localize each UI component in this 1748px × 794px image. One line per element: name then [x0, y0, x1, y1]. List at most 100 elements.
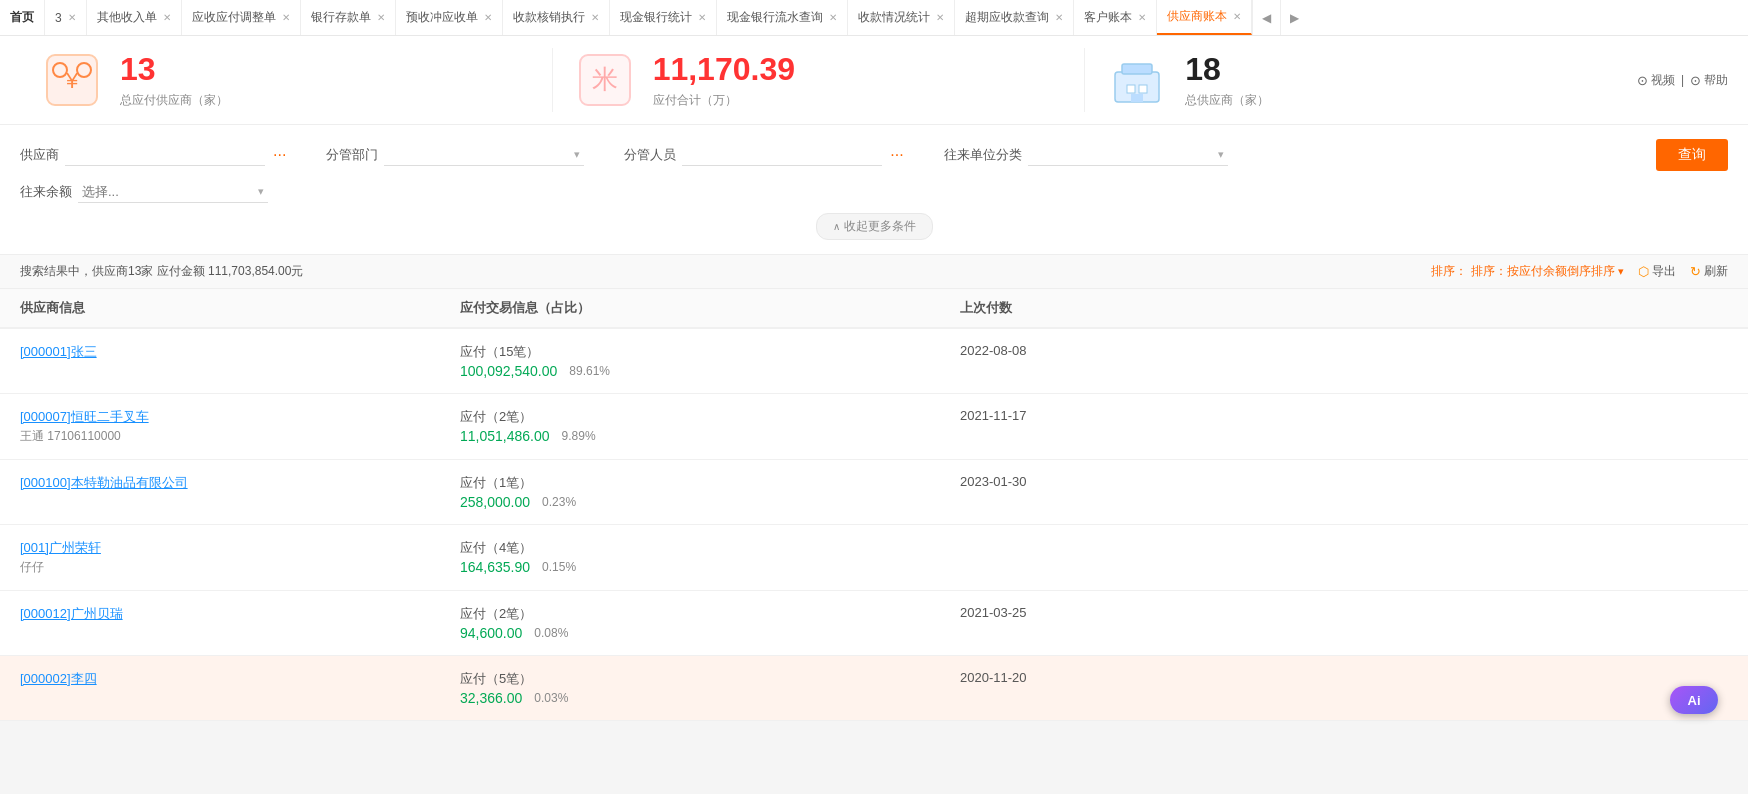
refresh-button[interactable]: ↻ 刷新	[1690, 263, 1728, 280]
chevron-down-icon[interactable]: ▾	[1214, 148, 1228, 161]
person-dots[interactable]: ···	[890, 146, 903, 164]
col-header-transaction: 应付交易信息（占比）	[460, 299, 960, 317]
chevron-down-icon[interactable]: ▾	[1618, 265, 1624, 277]
supplier-link[interactable]: [000012]广州贝瑞	[20, 605, 460, 623]
chevron-down-icon[interactable]: ▾	[254, 185, 268, 198]
tx-amount[interactable]: 32,366.00	[460, 690, 522, 706]
nav-prev-arrow[interactable]: ◀	[1252, 0, 1280, 35]
tx-amount[interactable]: 11,051,486.00	[460, 428, 550, 444]
payable-suppliers-label: 总应付供应商（家）	[120, 92, 228, 109]
close-icon[interactable]: ✕	[282, 12, 290, 23]
close-icon[interactable]: ✕	[1233, 11, 1241, 22]
svg-text:米: 米	[592, 64, 618, 94]
close-icon[interactable]: ✕	[1055, 12, 1063, 23]
supplier-link[interactable]: [000007]恒旺二手叉车	[20, 408, 460, 426]
col-header-supplier: 供应商信息	[20, 299, 460, 317]
supplier-link[interactable]: [000002]李四	[20, 670, 460, 688]
tx-amount[interactable]: 94,600.00	[460, 625, 522, 641]
nav-tab-home[interactable]: 首页	[0, 0, 45, 35]
supplier-dots[interactable]: ···	[273, 146, 286, 164]
payable-total-number: 11,170.39	[653, 51, 795, 88]
result-actions: 排序： 排序：按应付余额倒序排序 ▾ ⬡ 导出 ↻ 刷新	[1431, 263, 1728, 280]
dept-select[interactable]: ▾	[384, 144, 584, 166]
supplier-link[interactable]: [000100]本特勒油品有限公司	[20, 474, 460, 492]
export-label: 导出	[1652, 263, 1676, 280]
table-header: 供应商信息 应付交易信息（占比） 上次付数	[0, 289, 1748, 329]
nav-tab-bank-deposit[interactable]: 银行存款单 ✕	[301, 0, 396, 35]
nav-tab-customer-ledger[interactable]: 客户账本 ✕	[1074, 0, 1157, 35]
close-icon[interactable]: ✕	[698, 12, 706, 23]
dept-label: 分管部门	[326, 146, 378, 164]
last-pay-cell: 2022-08-08	[960, 343, 1728, 358]
nav-tab-pre-receive-label: 预收冲应收单	[406, 9, 478, 26]
nav-tab-receipt-stat[interactable]: 收款情况统计 ✕	[848, 0, 955, 35]
nav-tab-overdue-label: 超期应收款查询	[965, 9, 1049, 26]
nav-tab-bank-deposit-label: 银行存款单	[311, 9, 371, 26]
tx-label: 应付（4笔）	[460, 539, 960, 557]
last-pay-cell: 2021-03-25	[960, 605, 1728, 620]
total-suppliers-icon	[1105, 48, 1169, 112]
category-input[interactable]	[1028, 144, 1214, 165]
close-icon[interactable]: ✕	[591, 12, 599, 23]
supplier-cell: [000012]广州贝瑞	[20, 605, 460, 623]
summary-info-total-suppliers: 18 总供应商（家）	[1185, 51, 1269, 109]
table-row[interactable]: [000007]恒旺二手叉车 王通 17106110000 应付（2笔） 11,…	[0, 394, 1748, 460]
table-rows: [000001]张三 应付（15笔） 100,092,540.00 89.61%…	[0, 329, 1748, 721]
tx-amount[interactable]: 258,000.00	[460, 494, 530, 510]
tx-amount[interactable]: 164,635.90	[460, 559, 530, 575]
nav-tab-overdue[interactable]: 超期应收款查询 ✕	[955, 0, 1074, 35]
close-icon[interactable]: ✕	[68, 12, 76, 23]
table-row[interactable]: [000002]李四 应付（5笔） 32,366.00 0.03% 2020-1…	[0, 656, 1748, 721]
payable-total-icon: 米	[573, 48, 637, 112]
supplier-input[interactable]	[65, 144, 265, 166]
collapse-button[interactable]: ∧ 收起更多条件	[816, 213, 933, 240]
close-icon[interactable]: ✕	[377, 12, 385, 23]
table-row[interactable]: [000001]张三 应付（15笔） 100,092,540.00 89.61%…	[0, 329, 1748, 394]
export-button[interactable]: ⬡ 导出	[1638, 263, 1676, 280]
nav-tab-cash-flow[interactable]: 现金银行流水查询 ✕	[717, 0, 848, 35]
tx-percent: 9.89%	[562, 429, 596, 443]
category-select[interactable]: ▾	[1028, 144, 1228, 166]
export-icon: ⬡	[1638, 264, 1649, 279]
close-icon[interactable]: ✕	[484, 12, 492, 23]
supplier-link[interactable]: [001]广州荣轩	[20, 539, 460, 557]
close-icon[interactable]: ✕	[829, 12, 837, 23]
close-icon[interactable]: ✕	[936, 12, 944, 23]
table-row[interactable]: [000100]本特勒油品有限公司 应付（1笔） 258,000.00 0.23…	[0, 460, 1748, 525]
query-button[interactable]: 查询	[1656, 139, 1728, 171]
nav-tab-adjust[interactable]: 应收应付调整单 ✕	[182, 0, 301, 35]
balance-input[interactable]	[78, 181, 254, 202]
ai-button[interactable]: Ai	[1670, 686, 1718, 714]
nav-tab-3-label: 3	[55, 11, 62, 25]
supplier-cell: [000002]李四	[20, 670, 460, 688]
nav-tab-cash-stat[interactable]: 现金银行统计 ✕	[610, 0, 717, 35]
sort-control[interactable]: 排序： 排序：按应付余额倒序排序 ▾	[1431, 263, 1624, 280]
result-bar: 搜索结果中，供应商13家 应付金额 111,703,854.00元 排序： 排序…	[0, 255, 1748, 289]
video-link[interactable]: 视频	[1651, 72, 1675, 89]
person-input[interactable]	[682, 144, 882, 166]
supplier-cell: [000100]本特勒油品有限公司	[20, 474, 460, 492]
top-right-links: ⊙ 视频 | ⊙ 帮助	[1617, 72, 1728, 89]
close-icon[interactable]: ✕	[163, 12, 171, 23]
nav-tab-3[interactable]: 3 ✕	[45, 0, 87, 35]
sort-value[interactable]: 排序：按应付余额倒序排序	[1471, 264, 1615, 278]
nav-tab-supplier-ledger[interactable]: 供应商账本 ✕	[1157, 0, 1252, 35]
supplier-cell: [001]广州荣轩 仔仔	[20, 539, 460, 576]
nav-tab-pre-receive[interactable]: 预收冲应收单 ✕	[396, 0, 503, 35]
nav-next-arrow[interactable]: ▶	[1280, 0, 1308, 35]
table-row[interactable]: [001]广州荣轩 仔仔 应付（4笔） 164,635.90 0.15%	[0, 525, 1748, 591]
tx-amount[interactable]: 100,092,540.00	[460, 363, 557, 379]
help-link[interactable]: 帮助	[1704, 72, 1728, 89]
tx-label: 应付（15笔）	[460, 343, 960, 361]
last-pay-cell: 2020-11-20	[960, 670, 1728, 685]
balance-select[interactable]: ▾	[78, 181, 268, 203]
dept-input[interactable]	[384, 144, 570, 165]
nav-tab-other-income[interactable]: 其他收入单 ✕	[87, 0, 182, 35]
result-info: 搜索结果中，供应商13家 应付金额 111,703,854.00元	[20, 263, 1431, 280]
tx-percent: 0.08%	[534, 626, 568, 640]
nav-tab-collection[interactable]: 收款核销执行 ✕	[503, 0, 610, 35]
chevron-down-icon[interactable]: ▾	[570, 148, 584, 161]
close-icon[interactable]: ✕	[1138, 12, 1146, 23]
supplier-link[interactable]: [000001]张三	[20, 343, 460, 361]
table-row[interactable]: [000012]广州贝瑞 应付（2笔） 94,600.00 0.08% 2021…	[0, 591, 1748, 656]
